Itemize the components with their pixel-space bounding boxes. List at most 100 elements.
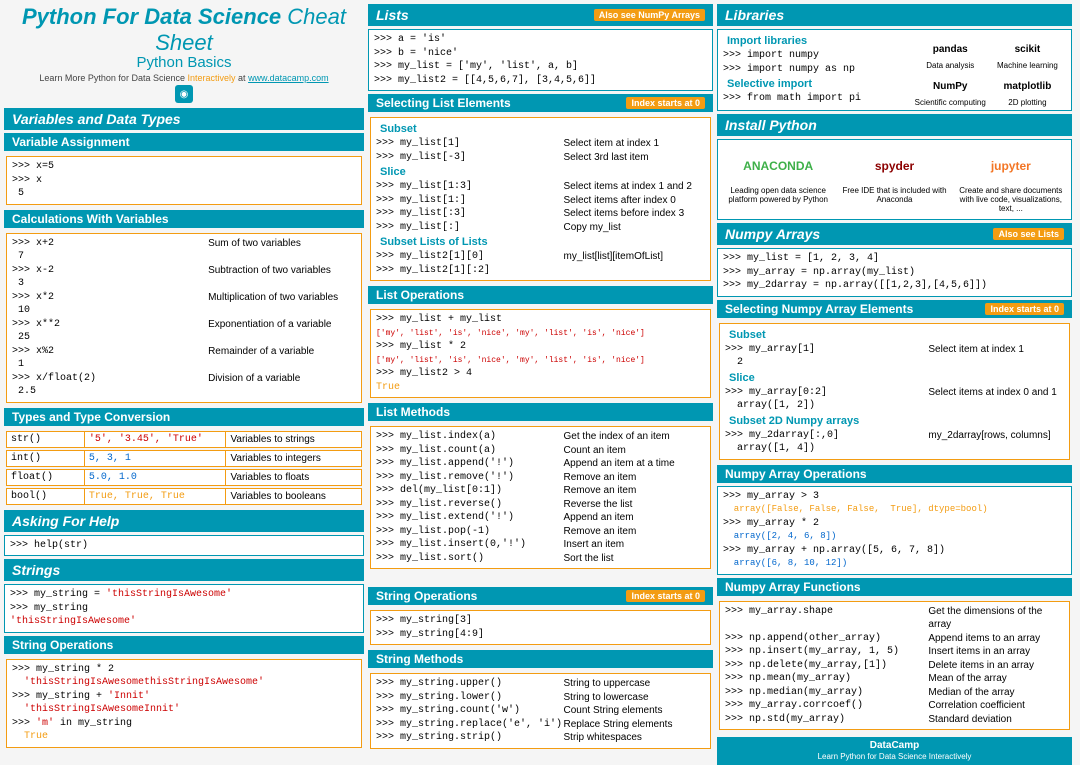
code-row: >>> np.mean(my_array)Mean of the array [725, 672, 1064, 686]
types-header: Types and Type Conversion [4, 408, 364, 426]
install-spyder: spyderFree IDE that is included with Ana… [836, 146, 952, 213]
code-row: >>> my_list[:]Copy my_list [376, 221, 705, 235]
code-row: >>> my_list2[1][:2] [376, 264, 705, 278]
numpy-badge: Also see NumPy Arrays [594, 9, 705, 21]
string-ops-code: >>> my_string * 2 'thisStringIsAwesometh… [6, 659, 362, 748]
code-row: >>> x**2 25Exponentiation of a variable [12, 318, 356, 345]
type-row: int()5, 3, 1Variables to integers [6, 450, 362, 467]
code-row: >>> my_list2[1][0]my_list[list][itemOfLi… [376, 250, 705, 264]
numpy-funcs-header: Numpy Array Functions [717, 578, 1072, 596]
numpy-select-box: Subset>>> my_array[1] 2Select item at in… [719, 323, 1070, 460]
cheat-sheet-page: Python For Data Science Cheat Sheet Pyth… [0, 0, 1080, 764]
code-row: >>> my_string.replace('e', 'i')Replace S… [376, 718, 705, 732]
types-table: str()'5', '3.45', 'True'Variables to str… [4, 429, 364, 507]
numpy-select-header: Selecting Numpy Array ElementsIndex star… [717, 300, 1072, 318]
code-row: >>> my_list[1:3]Select items at index 1 … [376, 180, 705, 194]
strings-header: Strings [4, 559, 364, 581]
code-row: >>> my_list.index(a)Get the index of an … [376, 430, 705, 444]
variable-assignment-code: >>> x=5 >>> x 5 [6, 156, 362, 205]
code-row: >>> np.append(other_array)Append items t… [725, 632, 1064, 646]
install-jupyter: jupyterCreate and share documents with l… [953, 146, 1069, 213]
code-row: >>> my_list.remove('!')Remove an item [376, 471, 705, 485]
help-code: >>> help(str) [4, 535, 364, 557]
code-row: >>> my_list[:3]Select items before index… [376, 207, 705, 221]
code-row: >>> my_list.reverse()Reverse the list [376, 498, 705, 512]
main-title: Python For Data Science Cheat Sheet [4, 4, 364, 56]
code-row: >>> my_string.count('w')Count String ele… [376, 704, 705, 718]
code-row: >>> my_string.lower()String to lowercase [376, 691, 705, 705]
code-row: >>> my_array.shapeGet the dimensions of … [725, 605, 1064, 632]
learn-more: Learn More Python for Data Science Inter… [4, 73, 364, 83]
variables-header: Variables and Data Types [4, 108, 364, 130]
code-row: >>> np.delete(my_array,[1])Delete items … [725, 659, 1064, 673]
selecting-list-header: Selecting List ElementsIndex starts at 0 [368, 94, 713, 112]
code-row: >>> my_string[3] [376, 614, 705, 628]
datacamp-link[interactable]: www.datacamp.com [248, 73, 329, 83]
string-ops-header: String Operations [4, 636, 364, 654]
list-ops-code: >>> my_list + my_list ['my', 'list', 'is… [370, 309, 711, 398]
code-row: >>> my_list.pop(-1)Remove an item [376, 525, 705, 539]
type-row: float()5.0, 1.0Variables to floats [6, 469, 362, 486]
footer: DataCampLearn Python for Data Science In… [717, 737, 1072, 765]
libraries-box: Import libraries >>> import numpy >>> im… [717, 29, 1072, 111]
code-row: >>> my_string[4:9] [376, 628, 705, 642]
list-ops-header: List Operations [368, 286, 713, 304]
list-methods-header: List Methods [368, 403, 713, 421]
code-row: >>> np.std(my_array)Standard deviation [725, 713, 1064, 727]
code-row: >>> x-2 3Subtraction of two variables [12, 264, 356, 291]
lists-code: >>> a = 'is' >>> b = 'nice' >>> my_list … [368, 29, 713, 91]
code-row: >>> x/float(2) 2.5Division of a variable [12, 372, 356, 399]
code-row: >>> my_list[1]Select item at index 1 [376, 137, 705, 151]
string-methods-header: String Methods [368, 650, 713, 668]
list-methods-box: >>> my_list.index(a)Get the index of an … [370, 426, 711, 569]
numpy-code: >>> my_list = [1, 2, 3, 4] >>> my_array … [717, 248, 1072, 297]
variable-assignment-header: Variable Assignment [4, 133, 364, 151]
list-select-box: Subset >>> my_list[1]Select item at inde… [370, 117, 711, 281]
code-row: >>> my_list.append('!')Append an item at… [376, 457, 705, 471]
code-row: >>> my_array[0:2] array([1, 2])Select it… [725, 386, 1064, 413]
datacamp-icon: ◉ [175, 85, 193, 103]
string-methods-box: >>> my_string.upper()String to uppercase… [370, 673, 711, 749]
code-row: >>> my_list.count(a)Count an item [376, 444, 705, 458]
code-row: >>> np.insert(my_array, 1, 5)Insert item… [725, 645, 1064, 659]
code-row: >>> my_list[1:]Select items after index … [376, 194, 705, 208]
column-1: Python For Data Science Cheat Sheet Pyth… [4, 4, 364, 760]
column-3: Libraries Import libraries >>> import nu… [717, 4, 1072, 760]
code-row: >>> my_array.corrcoef()Correlation coeff… [725, 699, 1064, 713]
numpy-header: Numpy ArraysAlso see Lists [717, 223, 1072, 245]
code-row: >>> np.median(my_array)Median of the arr… [725, 686, 1064, 700]
lib-NumPy: NumPyScientific computing [912, 74, 989, 107]
calculations-box: >>> x+2 7Sum of two variables>>> x-2 3Su… [6, 233, 362, 403]
calculations-header: Calculations With Variables [4, 210, 364, 228]
code-row: >>> my_2darray[:,0] array([1, 4])my_2dar… [725, 429, 1064, 456]
code-row: >>> x+2 7Sum of two variables [12, 237, 356, 264]
sub-title: Python Basics [4, 54, 364, 71]
code-row: >>> x*2 10Multiplication of two variable… [12, 291, 356, 318]
lib-scikit: scikitMachine learning [989, 37, 1066, 70]
string-ops2-header: String OperationsIndex starts at 0 [368, 587, 713, 605]
lib-pandas: pandasData analysis [912, 37, 989, 70]
numpy-ops-code: >>> my_array > 3 array([False, False, Fa… [717, 486, 1072, 575]
code-row: >>> my_string.strip()Strip whitespaces [376, 731, 705, 745]
code-row: >>> my_list.sort()Sort the list [376, 552, 705, 566]
code-row: >>> my_string.upper()String to uppercase [376, 677, 705, 691]
code-row: >>> my_array[1] 2Select item at index 1 [725, 343, 1064, 370]
header-block: Python For Data Science Cheat Sheet Pyth… [4, 4, 364, 105]
code-row: >>> my_list.insert(0,'!')Insert an item [376, 538, 705, 552]
install-box: ANACONDALeading open data science platfo… [717, 139, 1072, 220]
code-row: >>> x%2 1Remainder of a variable [12, 345, 356, 372]
install-ANACONDA: ANACONDALeading open data science platfo… [720, 146, 836, 213]
lists-header: ListsAlso see NumPy Arrays [368, 4, 713, 26]
numpy-funcs-box: >>> my_array.shapeGet the dimensions of … [719, 601, 1070, 731]
strings-code: >>> my_string = 'thisStringIsAwesome' >>… [4, 584, 364, 633]
code-row: >>> my_list.extend('!')Append an item [376, 511, 705, 525]
type-row: bool()True, True, TrueVariables to boole… [6, 488, 362, 505]
numpy-ops-header: Numpy Array Operations [717, 465, 1072, 483]
code-row: >>> del(my_list[0:1])Remove an item [376, 484, 705, 498]
string-ops2-box: >>> my_string[3]>>> my_string[4:9] [370, 610, 711, 645]
column-2: ListsAlso see NumPy Arrays >>> a = 'is' … [368, 4, 713, 760]
type-row: str()'5', '3.45', 'True'Variables to str… [6, 431, 362, 448]
lib-matplotlib: matplotlib2D plotting [989, 74, 1066, 107]
libraries-header: Libraries [717, 4, 1072, 26]
code-row: >>> my_list[-3]Select 3rd last item [376, 151, 705, 165]
